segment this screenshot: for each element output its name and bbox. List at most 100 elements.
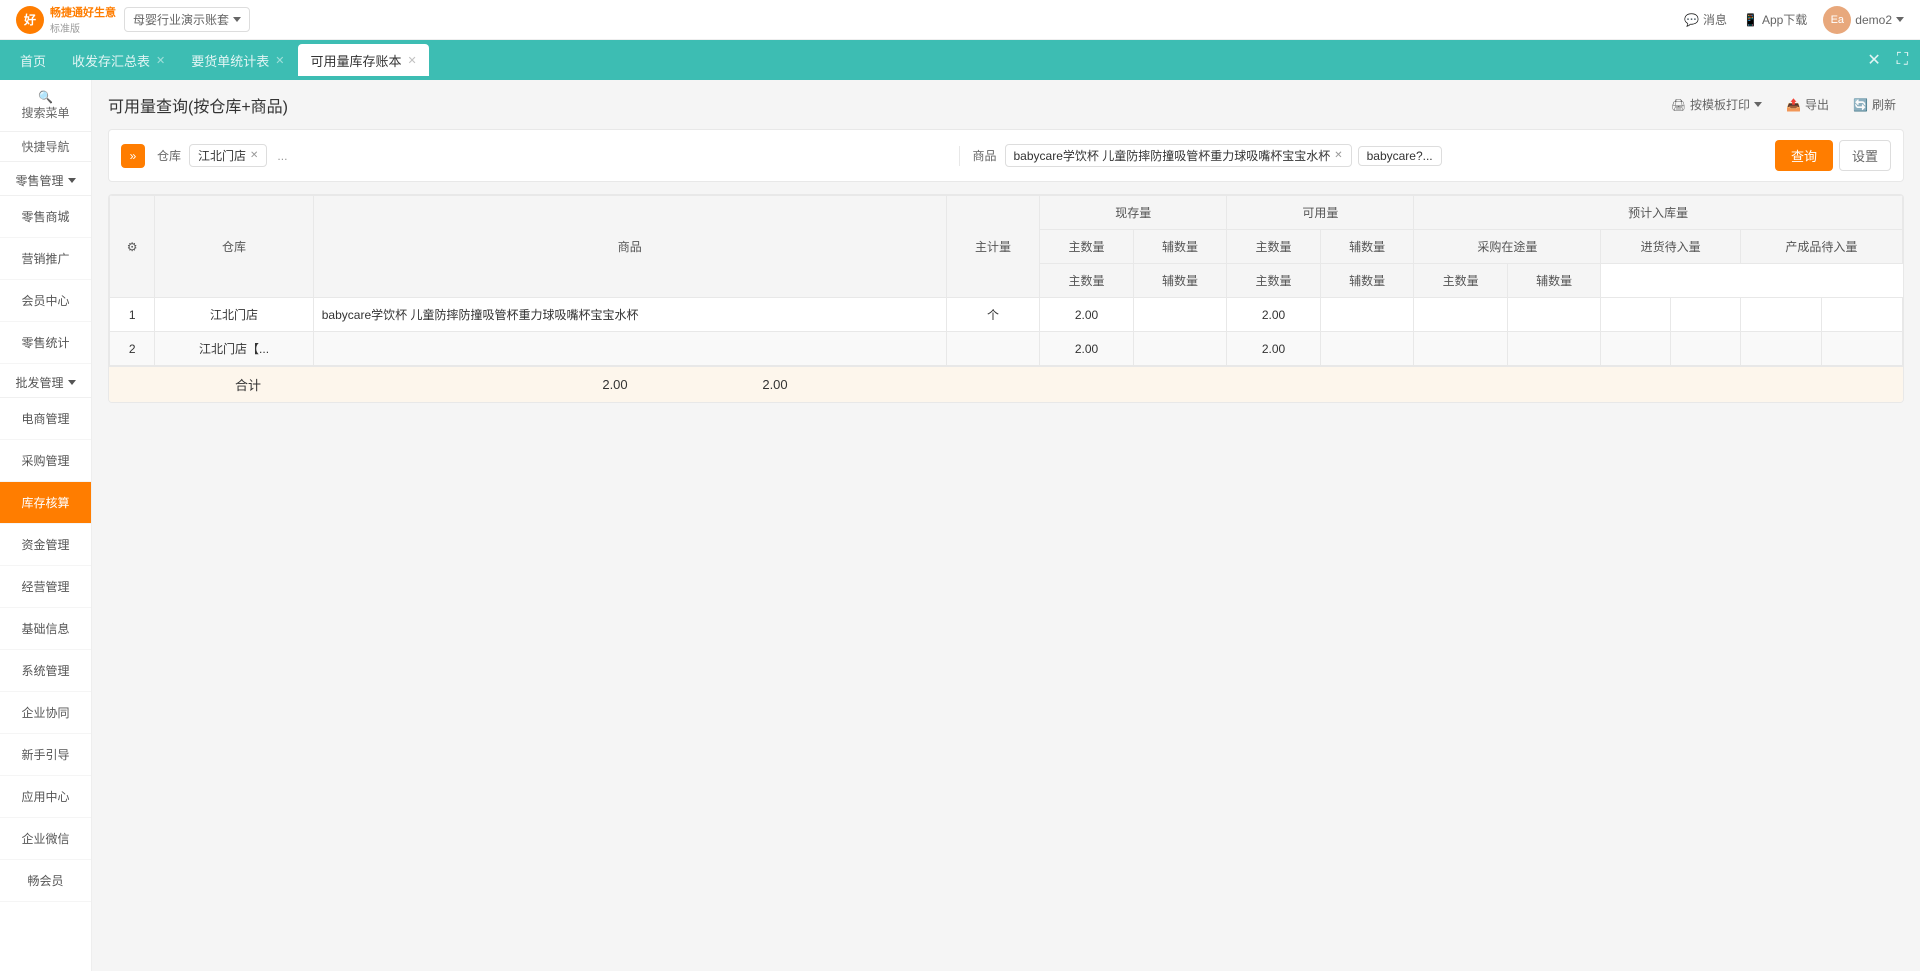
double-arrow-icon: »: [130, 149, 137, 163]
sidebar-item-member[interactable]: 畅会员: [0, 860, 91, 902]
purchase-transit-header: 采购在途量: [1414, 230, 1601, 264]
sidebar-item-member-center[interactable]: 会员中心: [0, 280, 91, 322]
tab-receive[interactable]: 收发存汇总表 ✕: [60, 44, 177, 76]
sidebar-item-retail-mall[interactable]: 零售商城: [0, 196, 91, 238]
export-btn[interactable]: 📤 导出: [1778, 92, 1837, 117]
stock-aux-header: 辅数量: [1133, 230, 1227, 264]
tab-order-stats[interactable]: 要货单统计表 ✕: [179, 44, 296, 76]
row-fin-aux: [1821, 298, 1902, 332]
top-bar-right: 💬 消息 📱 App下载 Ea demo2: [1684, 6, 1904, 34]
row-fin-main: [1740, 298, 1821, 332]
warehouse-tag[interactable]: 江北门店 ✕: [189, 144, 267, 167]
fin-aux-header: 辅数量: [1507, 264, 1601, 298]
close-icon[interactable]: ✕: [408, 54, 417, 67]
industry-selector[interactable]: 母婴行业演示账套: [124, 7, 250, 32]
row-stock-aux: [1133, 332, 1227, 366]
warehouse-header: 仓库: [155, 196, 313, 298]
stock-main-header: 主数量: [1040, 230, 1134, 264]
inc-main-header: 主数量: [1227, 264, 1321, 298]
row-stock-main: 2.00: [1040, 332, 1134, 366]
unit-header: 主计量: [946, 196, 1040, 298]
query-button[interactable]: 查询: [1775, 140, 1833, 171]
print-icon: 🖨: [1671, 98, 1686, 112]
sidebar-item-finance-mgmt[interactable]: 资金管理: [0, 524, 91, 566]
close-icon[interactable]: ✕: [275, 54, 284, 67]
product-tag-1-close[interactable]: ✕: [1334, 150, 1342, 161]
sidebar-item-new-guide[interactable]: 新手引导: [0, 734, 91, 776]
tab-bar: 首页 收发存汇总表 ✕ 要货单统计表 ✕ 可用量库存账本 ✕ ✕ ⛶: [0, 40, 1920, 80]
close-icon[interactable]: ✕: [156, 54, 165, 67]
export-icon: 📤: [1786, 98, 1801, 112]
filter-area: » 仓库 江北门店 ✕ ... 商品 babyca: [108, 129, 1904, 182]
row-inc-aux: [1671, 332, 1741, 366]
sidebar-item-enterprise-coop[interactable]: 企业协同: [0, 692, 91, 734]
print-template-btn[interactable]: 🖨 按模板打印: [1663, 92, 1770, 117]
row-product: [313, 332, 946, 366]
row-pt-aux: [1507, 298, 1601, 332]
settings-button[interactable]: 设置: [1839, 140, 1891, 171]
sidebar-item-enterprise-wechat[interactable]: 企业微信: [0, 818, 91, 860]
sidebar-search[interactable]: 🔍 搜索菜单: [0, 80, 91, 132]
pt-main-header: 主数量: [1040, 264, 1134, 298]
avail-aux-header: 辅数量: [1320, 230, 1414, 264]
row-stock-aux: [1133, 298, 1227, 332]
sidebar-item-system-mgmt[interactable]: 系统管理: [0, 650, 91, 692]
refresh-btn[interactable]: 🔄 刷新: [1845, 92, 1904, 117]
sidebar-item-ecommerce-mgmt[interactable]: 电商管理: [0, 398, 91, 440]
row-inc-aux: [1671, 298, 1741, 332]
row-pt-main: [1414, 332, 1508, 366]
summary-label: 合计: [235, 375, 515, 394]
incoming-header: 进货待入量: [1601, 230, 1740, 264]
filter-toggle-btn[interactable]: »: [121, 144, 145, 168]
top-bar: 好 畅捷通好生意 标准版 母婴行业演示账套 💬 消息 📱 App下载 Ea de…: [0, 0, 1920, 40]
sidebar-quick-nav[interactable]: 快捷导航: [0, 132, 91, 162]
message-btn[interactable]: 💬 消息: [1684, 11, 1727, 28]
main-layout: 🔍 搜索菜单 快捷导航 零售管理 零售商城 营销推广 会员中心 零售统计 批发管…: [0, 80, 1920, 971]
sidebar-item-app-center[interactable]: 应用中心: [0, 776, 91, 818]
warehouse-filter-tags: 江北门店 ✕ ...: [189, 144, 947, 167]
chevron-down-icon: [68, 178, 76, 183]
product-tag-2[interactable]: babycare?...: [1358, 146, 1442, 166]
sidebar-item-retail-stats[interactable]: 零售统计: [0, 322, 91, 364]
chevron-down-icon: [233, 17, 241, 22]
tab-home[interactable]: 首页: [8, 44, 58, 76]
row-stock-main: 2.00: [1040, 298, 1134, 332]
page-title: 可用量查询(按仓库+商品): [108, 93, 288, 117]
inc-aux-header: 辅数量: [1320, 264, 1414, 298]
table-summary-footer: 合计 2.00 2.00: [109, 366, 1903, 402]
app-download-btn[interactable]: 📱 App下载: [1743, 11, 1807, 28]
sidebar-item-ops-mgmt[interactable]: 经营管理: [0, 566, 91, 608]
sidebar-item-retail-mgmt[interactable]: 零售管理: [0, 162, 91, 196]
sidebar-item-purchase-mgmt[interactable]: 采购管理: [0, 440, 91, 482]
row-inc-main: [1601, 332, 1671, 366]
page-content: 可用量查询(按仓库+商品) 🖨 按模板打印 📤 导出 🔄 刷新: [92, 80, 1920, 971]
table-row: 2 江北门店【... 2.00 2.00: [110, 332, 1903, 366]
sidebar-item-stock-mgmt[interactable]: 库存核算: [0, 482, 91, 524]
user-menu[interactable]: Ea demo2: [1823, 6, 1904, 34]
expand-btn[interactable]: ⛶: [1893, 51, 1912, 69]
forecast-header: 预计入库量: [1414, 196, 1903, 230]
sidebar-item-marketing[interactable]: 营销推广: [0, 238, 91, 280]
sidebar-item-basic-info[interactable]: 基础信息: [0, 608, 91, 650]
product-tag-1[interactable]: babycare学饮杯 儿童防摔防撞吸管杯重力球吸嘴杯宝宝水杯 ✕: [1005, 144, 1352, 167]
logo: 好 畅捷通好生意 标准版: [16, 4, 116, 35]
avatar: Ea: [1823, 6, 1851, 34]
row-avail-aux: [1320, 332, 1414, 366]
product-filter-tags: babycare学饮杯 儿童防摔防撞吸管杯重力球吸嘴杯宝宝水杯 ✕ babyca…: [1005, 144, 1763, 167]
sidebar-item-wholesale-mgmt[interactable]: 批发管理: [0, 364, 91, 398]
warehouse-filter-more[interactable]: ...: [273, 147, 291, 165]
top-bar-left: 好 畅捷通好生意 标准版 母婴行业演示账套: [16, 4, 250, 35]
message-icon: 💬: [1684, 13, 1699, 27]
content-area: 可用量查询(按仓库+商品) 🖨 按模板打印 📤 导出 🔄 刷新: [92, 80, 1920, 971]
filter-actions: 查询 设置: [1775, 140, 1891, 171]
close-all-tabs-btn[interactable]: ✕: [1863, 50, 1884, 70]
warehouse-tag-close[interactable]: ✕: [250, 150, 258, 161]
gear-header[interactable]: ⚙: [110, 196, 155, 298]
table-container: ⚙ 仓库 商品 主计量 现存量 可用量 预计入库量 主数量 辅数量 主数量: [108, 194, 1904, 403]
avail-main-header: 主数量: [1227, 230, 1321, 264]
available-header: 可用量: [1227, 196, 1414, 230]
tab-available-stock[interactable]: 可用量库存账本 ✕: [298, 44, 428, 76]
row-unit: 个: [946, 298, 1040, 332]
row-pt-aux: [1507, 332, 1601, 366]
chevron-down-icon: [1896, 17, 1904, 22]
